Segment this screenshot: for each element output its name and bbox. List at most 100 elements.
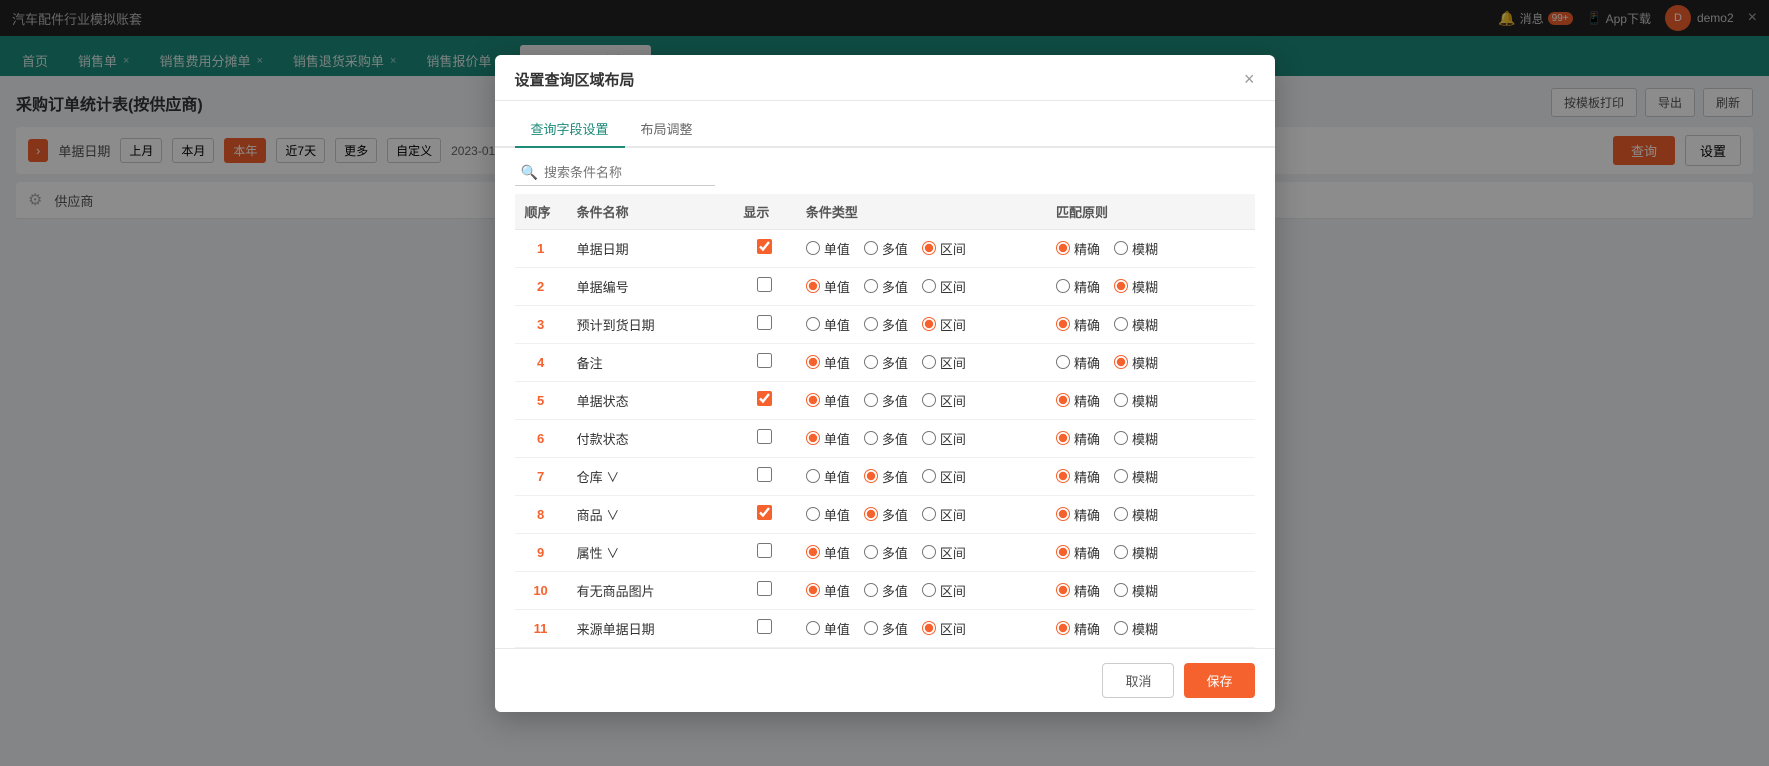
type-radio-区间[interactable] bbox=[922, 241, 936, 255]
match-option-模糊[interactable]: 模糊 bbox=[1114, 277, 1158, 296]
match-option-精确[interactable]: 精确 bbox=[1056, 543, 1100, 562]
row-show-checkbox[interactable] bbox=[757, 543, 772, 558]
match-radio-精确[interactable] bbox=[1056, 545, 1070, 559]
type-option-单值[interactable]: 单值 bbox=[806, 619, 850, 638]
match-radio-精确[interactable] bbox=[1056, 621, 1070, 635]
type-radio-多值[interactable] bbox=[864, 393, 878, 407]
type-option-区间[interactable]: 区间 bbox=[922, 505, 966, 524]
type-radio-区间[interactable] bbox=[922, 317, 936, 331]
type-radio-多值[interactable] bbox=[864, 545, 878, 559]
match-radio-模糊[interactable] bbox=[1114, 583, 1128, 597]
type-radio-多值[interactable] bbox=[864, 431, 878, 445]
dialog-close-button[interactable]: × bbox=[1244, 70, 1255, 88]
match-option-精确[interactable]: 精确 bbox=[1056, 277, 1100, 296]
type-radio-单值[interactable] bbox=[806, 355, 820, 369]
type-option-区间[interactable]: 区间 bbox=[922, 429, 966, 448]
type-option-区间[interactable]: 区间 bbox=[922, 239, 966, 258]
match-radio-精确[interactable] bbox=[1056, 355, 1070, 369]
type-option-多值[interactable]: 多值 bbox=[864, 467, 908, 486]
tab-query-fields[interactable]: 查询字段设置 bbox=[515, 111, 625, 148]
type-option-单值[interactable]: 单值 bbox=[806, 239, 850, 258]
type-option-区间[interactable]: 区间 bbox=[922, 581, 966, 600]
type-option-多值[interactable]: 多值 bbox=[864, 277, 908, 296]
type-radio-单值[interactable] bbox=[806, 279, 820, 293]
row-show-checkbox[interactable] bbox=[757, 239, 772, 254]
type-radio-多值[interactable] bbox=[864, 583, 878, 597]
match-option-精确[interactable]: 精确 bbox=[1056, 505, 1100, 524]
match-radio-精确[interactable] bbox=[1056, 583, 1070, 597]
match-radio-模糊[interactable] bbox=[1114, 355, 1128, 369]
match-option-精确[interactable]: 精确 bbox=[1056, 429, 1100, 448]
match-option-模糊[interactable]: 模糊 bbox=[1114, 543, 1158, 562]
match-option-精确[interactable]: 精确 bbox=[1056, 239, 1100, 258]
type-option-区间[interactable]: 区间 bbox=[922, 619, 966, 638]
match-option-模糊[interactable]: 模糊 bbox=[1114, 619, 1158, 638]
type-radio-单值[interactable] bbox=[806, 545, 820, 559]
type-option-区间[interactable]: 区间 bbox=[922, 315, 966, 334]
match-option-模糊[interactable]: 模糊 bbox=[1114, 505, 1158, 524]
row-show-checkbox[interactable] bbox=[757, 315, 772, 330]
save-button[interactable]: 保存 bbox=[1184, 663, 1254, 698]
match-radio-模糊[interactable] bbox=[1114, 241, 1128, 255]
match-option-精确[interactable]: 精确 bbox=[1056, 391, 1100, 410]
type-option-多值[interactable]: 多值 bbox=[864, 429, 908, 448]
type-option-单值[interactable]: 单值 bbox=[806, 353, 850, 372]
type-radio-区间[interactable] bbox=[922, 393, 936, 407]
type-radio-区间[interactable] bbox=[922, 507, 936, 521]
type-option-区间[interactable]: 区间 bbox=[922, 277, 966, 296]
type-option-单值[interactable]: 单值 bbox=[806, 581, 850, 600]
match-radio-模糊[interactable] bbox=[1114, 621, 1128, 635]
type-option-区间[interactable]: 区间 bbox=[922, 467, 966, 486]
type-radio-区间[interactable] bbox=[922, 431, 936, 445]
type-radio-单值[interactable] bbox=[806, 393, 820, 407]
type-radio-多值[interactable] bbox=[864, 469, 878, 483]
type-option-多值[interactable]: 多值 bbox=[864, 239, 908, 258]
row-show-checkbox[interactable] bbox=[757, 619, 772, 634]
match-radio-精确[interactable] bbox=[1056, 279, 1070, 293]
match-option-精确[interactable]: 精确 bbox=[1056, 353, 1100, 372]
type-option-多值[interactable]: 多值 bbox=[864, 505, 908, 524]
type-option-多值[interactable]: 多值 bbox=[864, 391, 908, 410]
match-radio-精确[interactable] bbox=[1056, 317, 1070, 331]
match-radio-模糊[interactable] bbox=[1114, 431, 1128, 445]
match-radio-模糊[interactable] bbox=[1114, 279, 1128, 293]
match-option-精确[interactable]: 精确 bbox=[1056, 581, 1100, 600]
row-show-checkbox[interactable] bbox=[757, 353, 772, 368]
search-input[interactable] bbox=[544, 165, 704, 180]
type-radio-多值[interactable] bbox=[864, 317, 878, 331]
type-option-单值[interactable]: 单值 bbox=[806, 429, 850, 448]
match-option-精确[interactable]: 精确 bbox=[1056, 315, 1100, 334]
type-option-单值[interactable]: 单值 bbox=[806, 467, 850, 486]
match-option-模糊[interactable]: 模糊 bbox=[1114, 581, 1158, 600]
type-option-多值[interactable]: 多值 bbox=[864, 315, 908, 334]
match-radio-模糊[interactable] bbox=[1114, 393, 1128, 407]
type-option-单值[interactable]: 单值 bbox=[806, 391, 850, 410]
match-radio-模糊[interactable] bbox=[1114, 317, 1128, 331]
type-radio-单值[interactable] bbox=[806, 621, 820, 635]
row-show-checkbox[interactable] bbox=[757, 467, 772, 482]
type-radio-多值[interactable] bbox=[864, 241, 878, 255]
type-radio-区间[interactable] bbox=[922, 355, 936, 369]
match-radio-精确[interactable] bbox=[1056, 241, 1070, 255]
row-show-checkbox[interactable] bbox=[757, 581, 772, 596]
match-radio-模糊[interactable] bbox=[1114, 545, 1128, 559]
type-radio-区间[interactable] bbox=[922, 545, 936, 559]
tab-layout[interactable]: 布局调整 bbox=[625, 111, 709, 148]
match-option-模糊[interactable]: 模糊 bbox=[1114, 315, 1158, 334]
match-option-模糊[interactable]: 模糊 bbox=[1114, 391, 1158, 410]
row-show-checkbox[interactable] bbox=[757, 505, 772, 520]
match-radio-精确[interactable] bbox=[1056, 393, 1070, 407]
match-radio-精确[interactable] bbox=[1056, 469, 1070, 483]
type-option-单值[interactable]: 单值 bbox=[806, 315, 850, 334]
match-option-模糊[interactable]: 模糊 bbox=[1114, 353, 1158, 372]
match-radio-精确[interactable] bbox=[1056, 431, 1070, 445]
cancel-button[interactable]: 取消 bbox=[1102, 663, 1174, 698]
match-option-模糊[interactable]: 模糊 bbox=[1114, 429, 1158, 448]
match-option-精确[interactable]: 精确 bbox=[1056, 467, 1100, 486]
type-radio-多值[interactable] bbox=[864, 279, 878, 293]
type-radio-多值[interactable] bbox=[864, 355, 878, 369]
type-radio-区间[interactable] bbox=[922, 279, 936, 293]
row-show-checkbox[interactable] bbox=[757, 391, 772, 406]
match-option-模糊[interactable]: 模糊 bbox=[1114, 467, 1158, 486]
match-radio-模糊[interactable] bbox=[1114, 469, 1128, 483]
